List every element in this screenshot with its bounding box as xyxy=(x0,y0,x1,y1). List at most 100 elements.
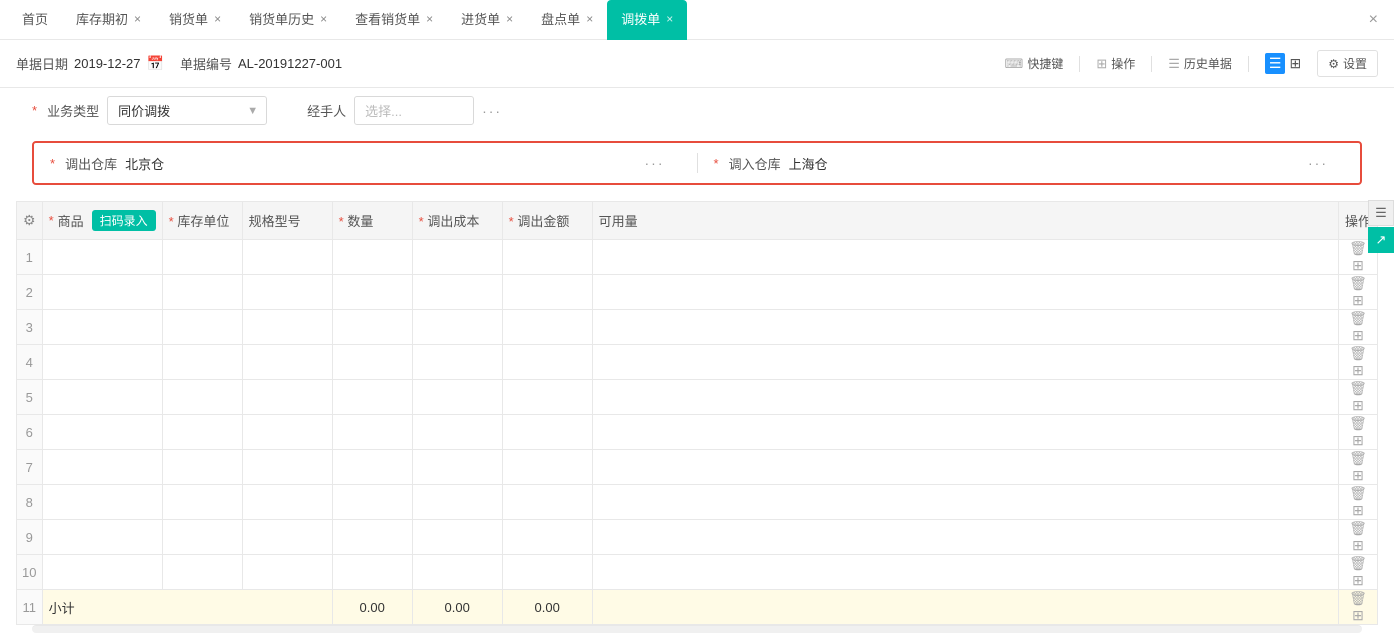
copy-icon[interactable]: ⊞ xyxy=(1352,432,1364,448)
spec-cell[interactable] xyxy=(242,520,332,555)
warehouse-in-more-icon[interactable]: ··· xyxy=(1308,155,1328,171)
product-cell[interactable] xyxy=(42,485,162,520)
spec-cell[interactable] xyxy=(242,380,332,415)
copy-icon[interactable]: ⊞ xyxy=(1352,502,1364,518)
qty-cell[interactable] xyxy=(332,555,412,590)
right-panel-export-icon[interactable]: ↗ xyxy=(1368,227,1394,253)
available-cell[interactable] xyxy=(592,380,1338,415)
product-cell[interactable] xyxy=(42,240,162,275)
spec-cell[interactable] xyxy=(242,345,332,380)
qty-cell[interactable] xyxy=(332,275,412,310)
amount-cell[interactable] xyxy=(502,380,592,415)
delete-icon[interactable]: 🗑 xyxy=(1349,555,1367,571)
amount-cell[interactable] xyxy=(502,275,592,310)
qty-cell[interactable] xyxy=(332,240,412,275)
scan-input-button[interactable]: 扫码录入 xyxy=(92,210,156,231)
tab-close-icon[interactable]: × xyxy=(214,12,221,26)
cost-cell[interactable] xyxy=(412,450,502,485)
copy-icon[interactable]: ⊞ xyxy=(1352,467,1364,483)
delete-icon[interactable]: 🗑 xyxy=(1349,380,1367,396)
delete-icon[interactable]: 🗑 xyxy=(1349,310,1367,326)
calendar-icon[interactable]: 📅 xyxy=(147,55,164,72)
product-cell[interactable] xyxy=(42,310,162,345)
unit-cell[interactable] xyxy=(162,345,242,380)
tab-home[interactable]: 首页 xyxy=(8,0,62,40)
spec-cell[interactable] xyxy=(242,485,332,520)
spec-cell[interactable] xyxy=(242,415,332,450)
person-more-icon[interactable]: ··· xyxy=(482,103,502,119)
delete-icon[interactable]: 🗑 xyxy=(1349,240,1367,256)
qty-cell[interactable] xyxy=(332,485,412,520)
amount-cell[interactable] xyxy=(502,450,592,485)
delete-icon[interactable]: 🗑 xyxy=(1349,450,1367,466)
tab-close-icon[interactable]: × xyxy=(506,12,513,26)
product-cell[interactable] xyxy=(42,380,162,415)
amount-cell[interactable] xyxy=(502,415,592,450)
available-cell[interactable] xyxy=(592,485,1338,520)
copy-icon[interactable]: ⊞ xyxy=(1352,397,1364,413)
cost-cell[interactable] xyxy=(412,415,502,450)
spec-cell[interactable] xyxy=(242,240,332,275)
copy-icon[interactable]: ⊞ xyxy=(1352,327,1364,343)
cost-cell[interactable] xyxy=(412,240,502,275)
amount-cell[interactable] xyxy=(502,240,592,275)
warehouse-out-more-icon[interactable]: ··· xyxy=(645,155,665,171)
qty-cell[interactable] xyxy=(332,380,412,415)
cost-cell[interactable] xyxy=(412,380,502,415)
cost-cell[interactable] xyxy=(412,555,502,590)
product-cell[interactable] xyxy=(42,415,162,450)
product-cell[interactable] xyxy=(42,450,162,485)
amount-cell[interactable] xyxy=(502,555,592,590)
spec-cell[interactable] xyxy=(242,310,332,345)
cost-cell[interactable] xyxy=(412,275,502,310)
tab-purchase[interactable]: 进货单 × xyxy=(447,0,527,40)
tab-inventory-init[interactable]: 库存期初 × xyxy=(62,0,155,40)
amount-cell[interactable] xyxy=(502,485,592,520)
tab-sales-history[interactable]: 销货单历史 × xyxy=(235,0,341,40)
qty-cell[interactable] xyxy=(332,520,412,555)
tab-close-icon[interactable]: × xyxy=(586,12,593,26)
unit-cell[interactable] xyxy=(162,275,242,310)
grid-view-icon[interactable]: ⊞ xyxy=(1289,55,1301,72)
delete-icon[interactable]: 🗑 xyxy=(1349,520,1367,536)
copy-icon[interactable]: ⊞ xyxy=(1352,607,1364,623)
available-cell[interactable] xyxy=(592,520,1338,555)
right-panel-list-icon[interactable]: ☰ xyxy=(1368,200,1394,226)
tab-view-sales[interactable]: 查看销货单 × xyxy=(341,0,447,40)
product-cell[interactable] xyxy=(42,520,162,555)
unit-cell[interactable] xyxy=(162,310,242,345)
delete-icon[interactable]: 🗑 xyxy=(1349,345,1367,361)
unit-cell[interactable] xyxy=(162,415,242,450)
tab-close-icon[interactable]: × xyxy=(134,12,141,26)
available-cell[interactable] xyxy=(592,345,1338,380)
unit-cell[interactable] xyxy=(162,555,242,590)
unit-cell[interactable] xyxy=(162,450,242,485)
available-cell[interactable] xyxy=(592,275,1338,310)
list-view-icon[interactable]: ☰ xyxy=(1265,53,1286,74)
available-cell[interactable] xyxy=(592,415,1338,450)
settings-button[interactable]: ⚙ 设置 xyxy=(1317,50,1378,77)
gear-icon[interactable]: ⚙ xyxy=(23,212,36,228)
amount-cell[interactable] xyxy=(502,310,592,345)
copy-icon[interactable]: ⊞ xyxy=(1352,572,1364,588)
tab-close-icon[interactable]: × xyxy=(320,12,327,26)
available-cell[interactable] xyxy=(592,310,1338,345)
cost-cell[interactable] xyxy=(412,345,502,380)
table-scroll[interactable]: ⚙ * 商品 扫码录入 * 库存单位 规格型号 xyxy=(16,201,1378,625)
tab-close-icon[interactable]: × xyxy=(426,12,433,26)
copy-icon[interactable]: ⊞ xyxy=(1352,257,1364,273)
horizontal-scrollbar[interactable] xyxy=(32,625,1362,633)
history-button[interactable]: ☰ 历史单据 xyxy=(1168,55,1232,72)
delete-icon[interactable]: 🗑 xyxy=(1349,415,1367,431)
shortcuts-button[interactable]: ⌨ 快捷键 xyxy=(1005,55,1064,72)
unit-cell[interactable] xyxy=(162,380,242,415)
delete-icon[interactable]: 🗑 xyxy=(1349,590,1367,606)
product-cell[interactable] xyxy=(42,275,162,310)
cost-cell[interactable] xyxy=(412,520,502,555)
unit-cell[interactable] xyxy=(162,240,242,275)
cost-cell[interactable] xyxy=(412,310,502,345)
close-all-button[interactable]: × xyxy=(1361,11,1386,29)
tab-close-icon[interactable]: × xyxy=(666,12,673,26)
product-cell[interactable] xyxy=(42,345,162,380)
copy-icon[interactable]: ⊞ xyxy=(1352,292,1364,308)
